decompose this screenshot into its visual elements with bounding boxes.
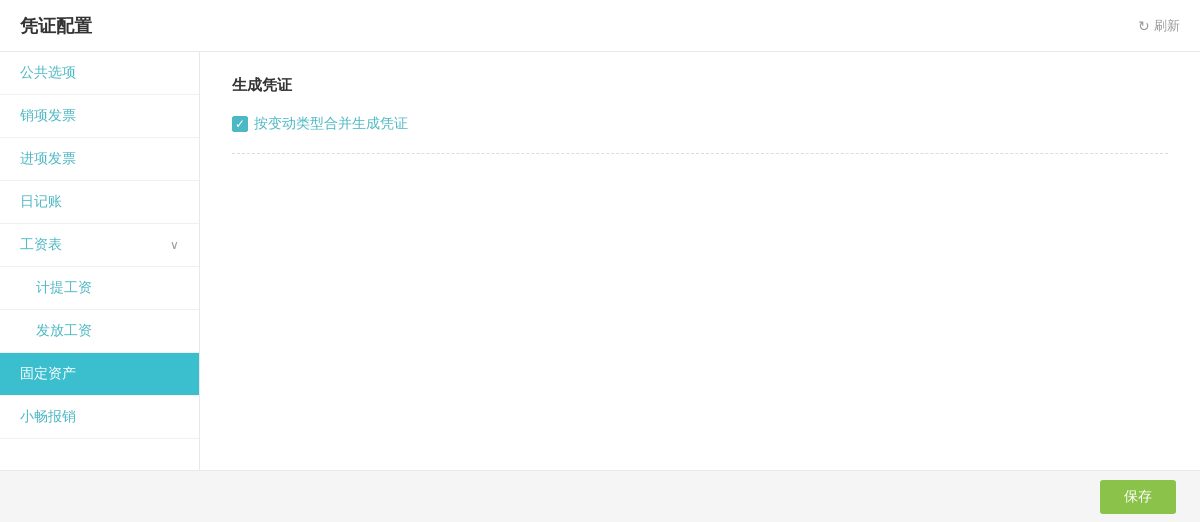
- main-body: 公共选项销项发票进项发票日记账工资表 ∨ 计提工资发放工资固定资产小畅报销 生成凭证…: [0, 52, 1200, 470]
- page-footer: 保存: [0, 470, 1200, 522]
- sidebar-item-purchase-invoice[interactable]: 进项发票: [0, 138, 199, 181]
- sidebar-item-expense-report[interactable]: 小畅报销: [0, 396, 199, 439]
- refresh-label: 刷新: [1154, 17, 1180, 35]
- sidebar-item-label: 日记账: [20, 193, 62, 211]
- sidebar-item-label: 工资表: [20, 236, 62, 254]
- page-title: 凭证配置: [20, 14, 92, 38]
- save-button[interactable]: 保存: [1100, 480, 1176, 514]
- check-icon: ✓: [235, 118, 245, 130]
- sidebar-item-payroll-table[interactable]: 工资表 ∨: [0, 224, 199, 267]
- section-divider: [232, 153, 1168, 154]
- sidebar-item-payroll-pay[interactable]: 发放工资: [0, 310, 199, 353]
- sidebar-item-payroll-accrual[interactable]: 计提工资: [0, 267, 199, 310]
- sidebar-item-label: 发放工资: [36, 322, 92, 340]
- sidebar: 公共选项销项发票进项发票日记账工资表 ∨ 计提工资发放工资固定资产小畅报销: [0, 52, 200, 470]
- merge-checkbox-label: 按变动类型合并生成凭证: [254, 115, 408, 133]
- content-area: 生成凭证 ✓ 按变动类型合并生成凭证: [200, 52, 1200, 470]
- sidebar-item-journal[interactable]: 日记账: [0, 181, 199, 224]
- sidebar-item-label: 计提工资: [36, 279, 92, 297]
- section-title: 生成凭证: [232, 76, 1168, 95]
- sidebar-item-sales-invoice[interactable]: 销项发票: [0, 95, 199, 138]
- refresh-icon: ↻: [1138, 18, 1150, 34]
- sidebar-item-label: 销项发票: [20, 107, 76, 125]
- page-header: 凭证配置 ↻ 刷新: [0, 0, 1200, 52]
- merge-checkbox-wrapper[interactable]: ✓ 按变动类型合并生成凭证: [232, 115, 408, 133]
- option-row: ✓ 按变动类型合并生成凭证: [232, 115, 1168, 133]
- sidebar-item-public-options[interactable]: 公共选项: [0, 52, 199, 95]
- refresh-button[interactable]: ↻ 刷新: [1138, 17, 1180, 35]
- sidebar-item-label: 公共选项: [20, 64, 76, 82]
- sidebar-item-label: 进项发票: [20, 150, 76, 168]
- sidebar-item-label: 固定资产: [20, 365, 76, 383]
- sidebar-item-label: 小畅报销: [20, 408, 76, 426]
- chevron-down-icon: ∨: [170, 238, 179, 252]
- sidebar-item-fixed-assets[interactable]: 固定资产: [0, 353, 199, 396]
- merge-checkbox[interactable]: ✓: [232, 116, 248, 132]
